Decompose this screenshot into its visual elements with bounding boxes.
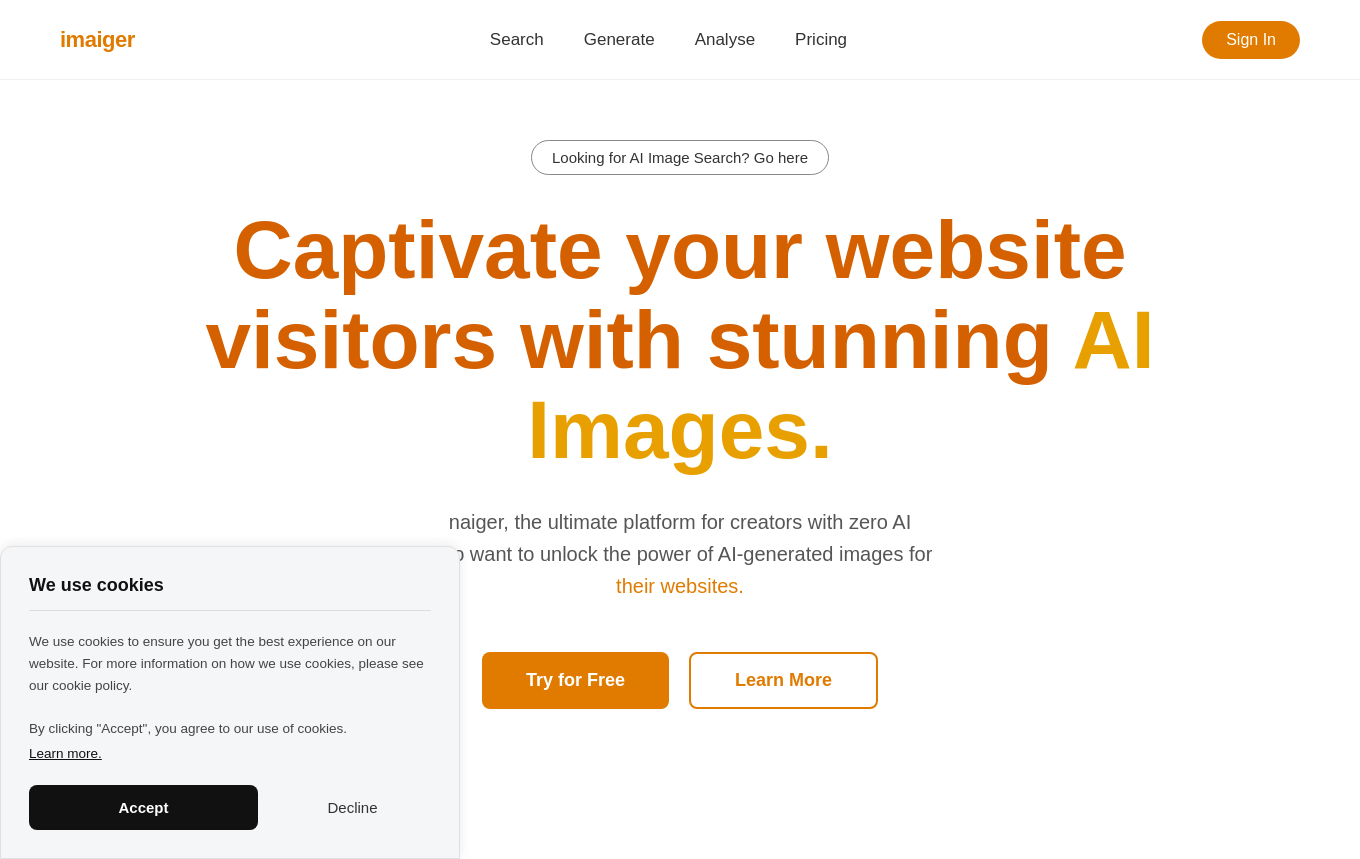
nav-generate[interactable]: Generate [584,30,655,49]
hero-buttons: Try for Free Learn More [482,652,878,709]
cookie-actions: Accept Decline [29,785,431,830]
cookie-body-line1: We use cookies to ensure you get the bes… [29,634,424,692]
cookie-banner-body: We use cookies to ensure you get the bes… [29,631,431,765]
hero-title: Captivate your website visitors with stu… [130,205,1230,476]
signin-button[interactable]: Sign In [1202,21,1300,59]
learn-more-button[interactable]: Learn More [689,652,878,709]
cookie-banner: We use cookies We use cookies to ensure … [0,546,460,859]
ai-search-badge[interactable]: Looking for AI Image Search? Go here [531,140,829,175]
nav-pricing[interactable]: Pricing [795,30,847,49]
accept-button[interactable]: Accept [29,785,258,830]
hero-title-line1: Captivate your website [233,204,1126,295]
cookie-body-line2: By clicking "Accept", you agree to our u… [29,721,347,736]
cookie-learn-more-link[interactable]: Learn more. [29,743,431,765]
nav-search[interactable]: Search [490,30,544,49]
nav-analyse[interactable]: Analyse [695,30,755,49]
subtitle-middle: who want to unlock the power of AI-gener… [428,543,933,565]
navbar: imaiger Search Generate Analyse Pricing … [0,0,1360,80]
cookie-banner-title: We use cookies [29,575,431,611]
hero-subtitle: naiger, the ultimate platform for creato… [428,506,933,602]
logo[interactable]: imaiger [60,27,135,53]
hero-title-line2: visitors with stunning [205,294,1052,385]
decline-button[interactable]: Decline [274,799,431,816]
subtitle-suffix: their websites. [616,575,744,597]
try-for-free-button[interactable]: Try for Free [482,652,669,709]
subtitle-prefix: naiger, the ultimate platform for creato… [449,511,911,533]
nav-links: Search Generate Analyse Pricing [490,30,847,50]
